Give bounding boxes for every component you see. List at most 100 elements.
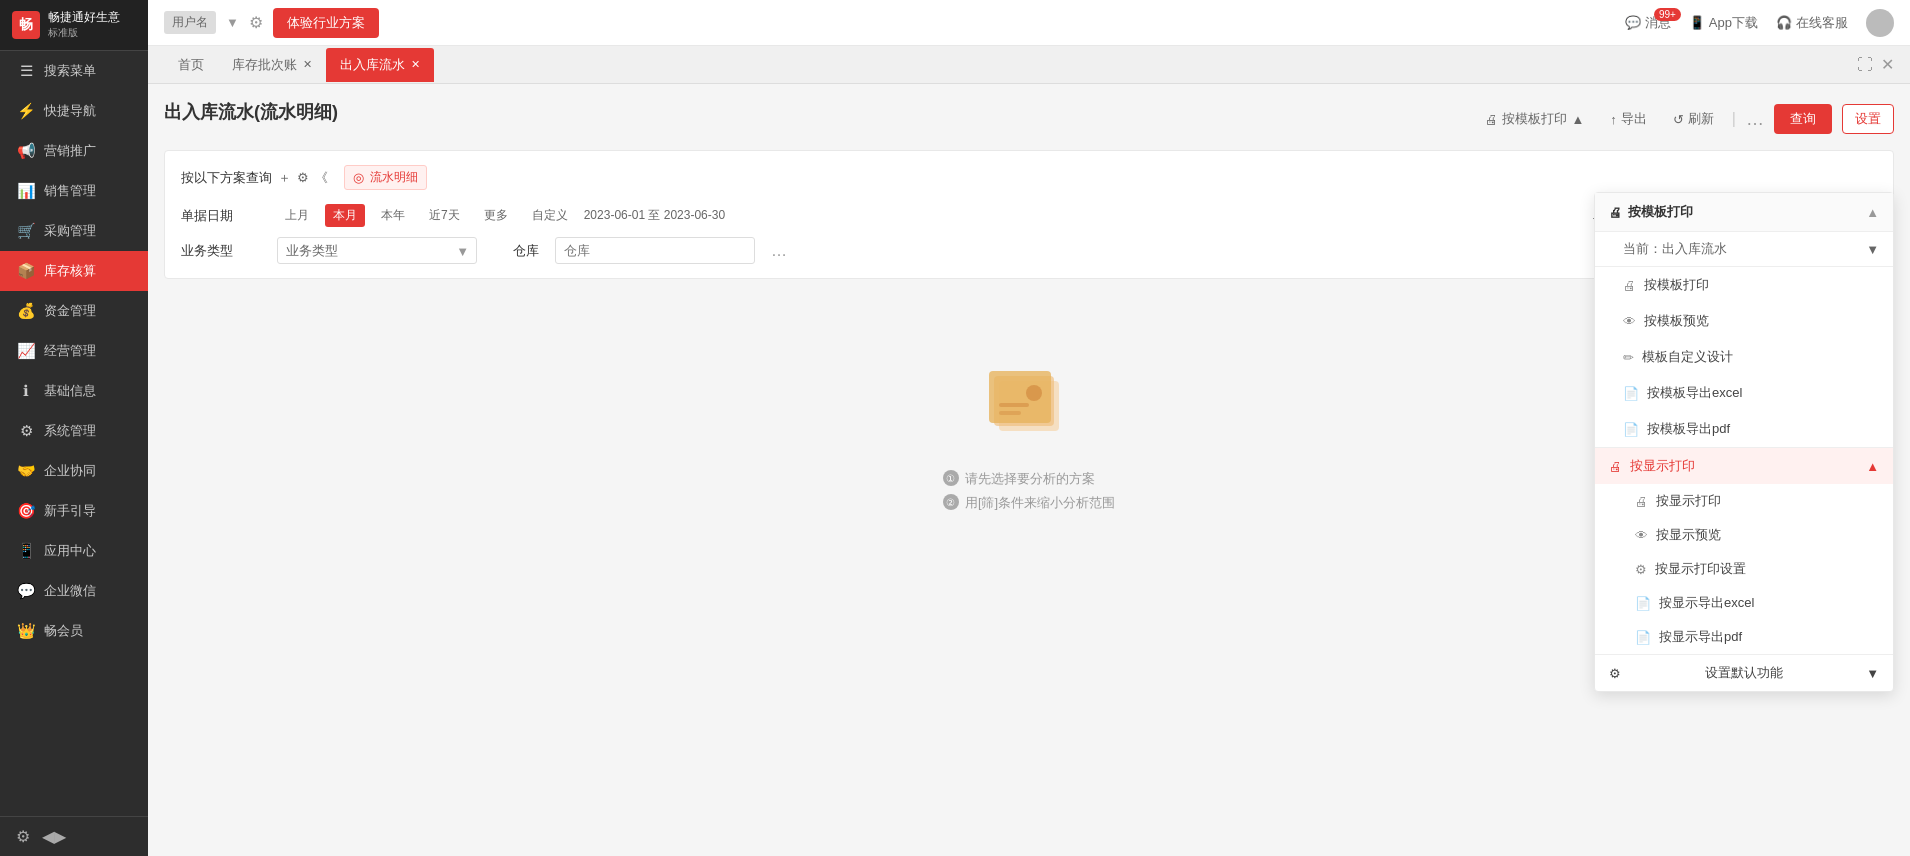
sidebar-nav: ☰ 搜索菜单 ⚡ 快捷导航 📢 营销推广 📊 销售管理 🛒 采购管理 📦 库存核… xyxy=(0,51,148,816)
add-filter-icon[interactable]: ＋ xyxy=(278,169,291,187)
date-btn-current-year[interactable]: 本年 xyxy=(373,204,413,227)
sidebar-item-label: 快捷导航 xyxy=(44,102,96,120)
sidebar-item-marketing[interactable]: 📢 营销推广 xyxy=(0,131,148,171)
tab-batch[interactable]: 库存批次账 ✕ xyxy=(218,48,326,82)
sidebar-item-label: 采购管理 xyxy=(44,222,96,240)
print-template-btn[interactable]: 🖨 按模板打印 ▲ xyxy=(1477,106,1592,132)
settings-icon-sub: ⚙ xyxy=(1635,562,1647,577)
sidebar-item-guide[interactable]: 🎯 新手引导 xyxy=(0,491,148,531)
preview-icon-sub: 👁 xyxy=(1635,528,1648,543)
tab-close-window-icon[interactable]: ✕ xyxy=(1881,55,1894,74)
template-print-item[interactable]: 🖨 按模板打印 xyxy=(1595,267,1893,303)
sidebar-item-sales[interactable]: 📊 销售管理 xyxy=(0,171,148,211)
avatar[interactable] xyxy=(1866,9,1894,37)
sidebar-item-purchase[interactable]: 🛒 采购管理 xyxy=(0,211,148,251)
app-download-btn[interactable]: 📱 App下载 xyxy=(1689,14,1758,32)
online-service-label: 在线客服 xyxy=(1796,14,1848,32)
coop-icon: 🤝 xyxy=(16,462,36,480)
refresh-btn[interactable]: ↺ 刷新 xyxy=(1665,106,1722,132)
collapse-icon[interactable]: ◀▶ xyxy=(42,827,66,846)
online-service-btn[interactable]: 🎧 在线客服 xyxy=(1776,14,1848,32)
display-export-pdf-item[interactable]: 📄 按显示导出pdf xyxy=(1595,620,1893,654)
template-preview-item[interactable]: 👁 按模板预览 xyxy=(1595,303,1893,339)
sidebar-item-basic[interactable]: ℹ 基础信息 xyxy=(0,371,148,411)
date-filter: 上月 本月 本年 近7天 更多 自定义 2023-06-01 至 2023-06… xyxy=(277,204,1557,227)
filter-tag[interactable]: ◎ 流水明细 xyxy=(344,165,427,190)
sidebar-item-member[interactable]: 👑 畅会员 xyxy=(0,611,148,651)
settings-btn[interactable]: 设置 xyxy=(1842,104,1894,134)
empty-illustration xyxy=(979,351,1079,454)
app-icon: 📱 xyxy=(16,542,36,560)
print-dropdown-panel: 🖨 按模板打印 ▲ 当前：出入库流水 ▼ 🖨 按模板打印 👁 按模板预览 ✏ 模… xyxy=(1594,192,1894,692)
sidebar-item-operations[interactable]: 📈 经营管理 xyxy=(0,331,148,371)
filter-row-1: 按以下方案查询 ＋ ⚙ 《 ◎ 流水明细 xyxy=(181,165,1877,190)
dropdown-arrow-icon[interactable]: ▼ xyxy=(226,15,239,30)
sidebar-item-app[interactable]: 📱 应用中心 xyxy=(0,531,148,571)
sidebar-item-finance[interactable]: 💰 资金管理 xyxy=(0,291,148,331)
collapse-filter-icon[interactable]: 《 xyxy=(315,169,328,187)
footer-settings-icon: ⚙ xyxy=(1609,666,1621,681)
display-export-excel-item[interactable]: 📄 按显示导出excel xyxy=(1595,586,1893,620)
tab-home[interactable]: 首页 xyxy=(164,48,218,82)
message-badge[interactable]: 💬 消息 99+ xyxy=(1625,14,1671,32)
filter-label: 按以下方案查询 ＋ ⚙ 《 xyxy=(181,169,328,187)
template-export-excel-item[interactable]: 📄 按模板导出excel xyxy=(1595,375,1893,411)
purchase-icon: 🛒 xyxy=(16,222,36,240)
user-name: 用户名 xyxy=(164,11,216,34)
business-type-select[interactable]: 业务类型 xyxy=(277,237,477,264)
excel-icon: 📄 xyxy=(1623,386,1639,401)
print-icon-sub: 🖨 xyxy=(1635,494,1648,509)
sidebar-item-shortcut[interactable]: ⚡ 快捷导航 xyxy=(0,91,148,131)
gear-icon[interactable]: ⚙ xyxy=(249,13,263,32)
settings-bottom-icon[interactable]: ⚙ xyxy=(16,827,30,846)
query-btn[interactable]: 查询 xyxy=(1774,104,1832,134)
sidebar-item-label: 应用中心 xyxy=(44,542,96,560)
template-export-pdf-item[interactable]: 📄 按模板导出pdf xyxy=(1595,411,1893,447)
template-customize-item[interactable]: ✏ 模板自定义设计 xyxy=(1595,339,1893,375)
warehouse-input[interactable] xyxy=(555,237,755,264)
sidebar-item-inventory[interactable]: 📦 库存核算 xyxy=(0,251,148,291)
dropdown-collapse-icon[interactable]: ▲ xyxy=(1866,205,1879,220)
sidebar-item-wechat[interactable]: 💬 企业微信 xyxy=(0,571,148,611)
flow-tab-close-icon[interactable]: ✕ xyxy=(411,58,420,71)
topbar-right: 💬 消息 99+ 📱 App下载 🎧 在线客服 xyxy=(1625,9,1894,37)
date-btn-7days[interactable]: 近7天 xyxy=(421,204,468,227)
export-btn[interactable]: ↑ 导出 xyxy=(1602,106,1655,132)
dropdown-current-arrow[interactable]: ▼ xyxy=(1866,242,1879,257)
sidebar-logo: 畅 畅捷通好生意 标准版 xyxy=(0,0,148,51)
display-print-item[interactable]: 🖨 按显示打印 xyxy=(1595,484,1893,518)
more-dots-icon[interactable]: … xyxy=(1746,109,1764,130)
trial-btn[interactable]: 体验行业方案 xyxy=(273,8,379,38)
sidebar-item-label: 畅会员 xyxy=(44,622,83,640)
date-btn-more[interactable]: 更多 xyxy=(476,204,516,227)
date-btn-last-month[interactable]: 上月 xyxy=(277,204,317,227)
dropdown-footer[interactable]: ⚙ 设置默认功能 ▼ xyxy=(1595,654,1893,691)
sidebar-item-label: 系统管理 xyxy=(44,422,96,440)
sidebar-item-system[interactable]: ⚙ 系统管理 xyxy=(0,411,148,451)
sidebar-item-search[interactable]: ☰ 搜索菜单 xyxy=(0,51,148,91)
page-title: 出入库流水(流水明细) xyxy=(164,100,338,124)
svg-point-3 xyxy=(1026,385,1042,401)
warehouse-more-icon[interactable]: … xyxy=(771,242,787,260)
tab-flow[interactable]: 出入库流水 ✕ xyxy=(326,48,434,82)
batch-tab-close-icon[interactable]: ✕ xyxy=(303,58,312,71)
sidebar-item-label: 企业协同 xyxy=(44,462,96,480)
message-icon: 💬 xyxy=(1625,15,1641,30)
date-btn-custom[interactable]: 自定义 xyxy=(524,204,576,227)
home-tab-label: 首页 xyxy=(178,56,204,74)
wechat-icon: 💬 xyxy=(16,582,36,600)
inventory-icon: 📦 xyxy=(16,262,36,280)
search-icon: ☰ xyxy=(16,62,36,80)
date-btn-current-month[interactable]: 本月 xyxy=(325,204,365,227)
display-print-settings-item[interactable]: ⚙ 按显示打印设置 xyxy=(1595,552,1893,586)
flow-tab-label: 出入库流水 xyxy=(340,56,405,74)
info-icon: ℹ xyxy=(16,382,36,400)
sidebar-item-coop[interactable]: 🤝 企业协同 xyxy=(0,451,148,491)
display-preview-item[interactable]: 👁 按显示预览 xyxy=(1595,518,1893,552)
settings-filter-icon[interactable]: ⚙ xyxy=(297,170,309,185)
sidebar-item-label: 销售管理 xyxy=(44,182,96,200)
tag-icon: ◎ xyxy=(353,170,364,185)
section-collapse-icon[interactable]: ▲ xyxy=(1866,459,1879,474)
display-print-section[interactable]: 🖨 按显示打印 ▲ xyxy=(1595,448,1893,484)
tab-maximize-icon[interactable]: ⛶ xyxy=(1857,56,1873,74)
